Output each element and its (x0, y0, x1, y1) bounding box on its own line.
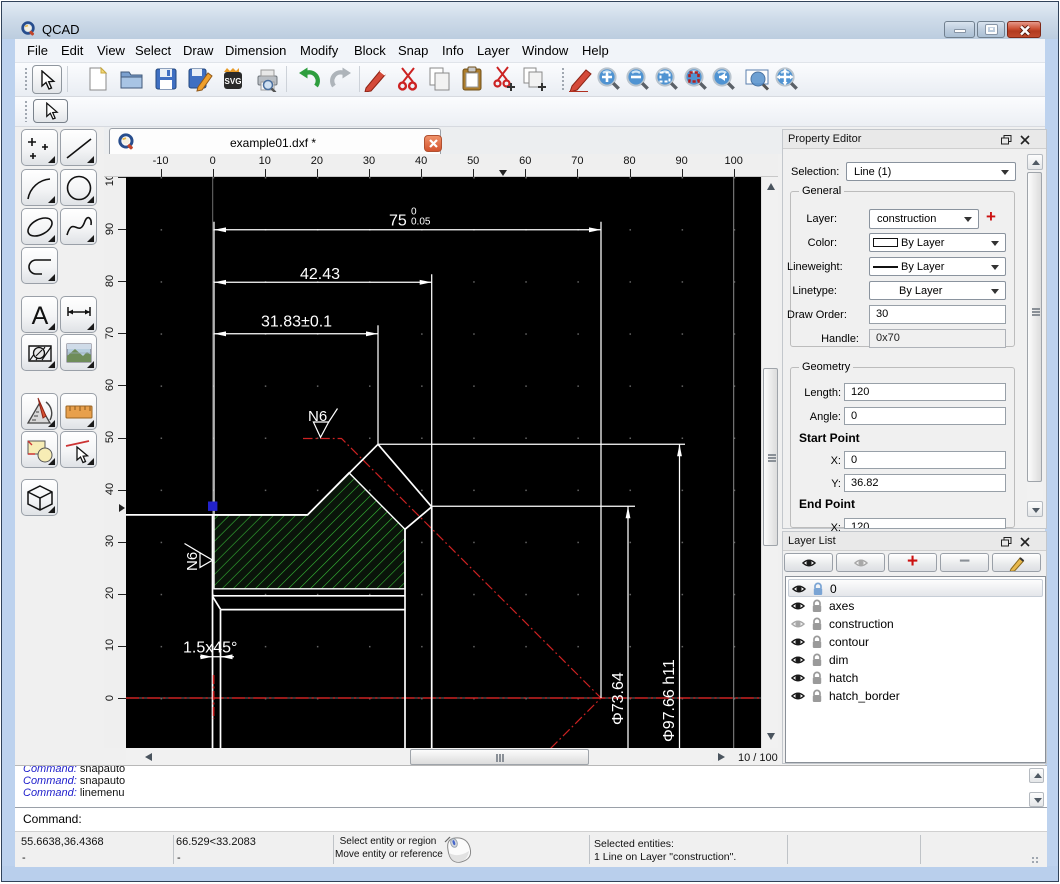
svg-text:0.05: 0.05 (411, 217, 431, 228)
svg-text:N6: N6 (184, 552, 201, 571)
svg-text:42.43: 42.43 (300, 266, 340, 283)
svg-text:SVG: SVG (225, 77, 242, 86)
svg-text:Φ97.66 h11: Φ97.66 h11 (661, 659, 678, 742)
svg-text:75: 75 (389, 213, 407, 230)
svg-text:A: A (32, 302, 49, 330)
svg-text:Φ73.64: Φ73.64 (610, 672, 627, 725)
svg-text:1.5x45°: 1.5x45° (183, 640, 237, 657)
svg-text:31.83±0.1: 31.83±0.1 (261, 314, 332, 331)
